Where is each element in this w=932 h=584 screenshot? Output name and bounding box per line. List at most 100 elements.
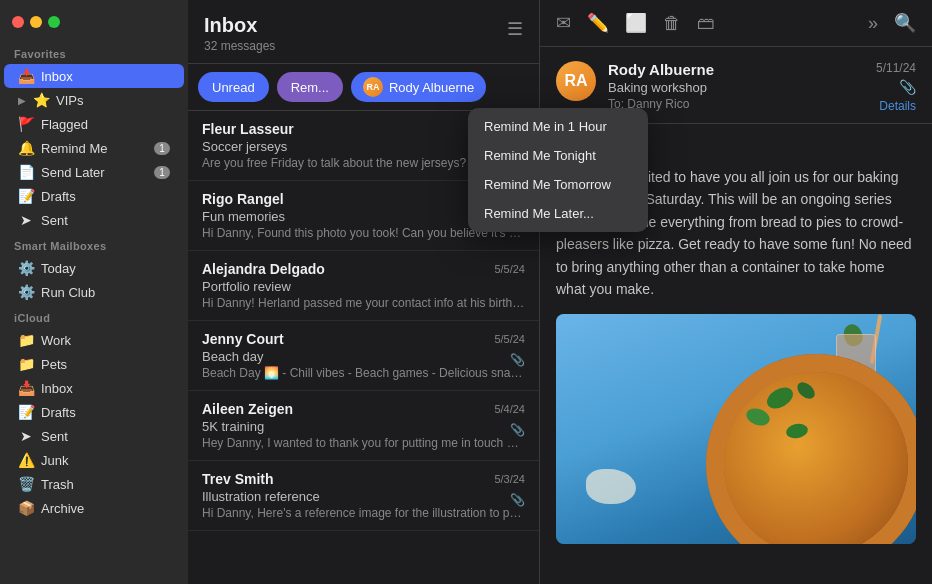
- inbox-icon: 📥: [18, 68, 34, 84]
- sidebar-item-label: Trash: [41, 477, 74, 492]
- sidebar-item-sent[interactable]: ➤ Sent: [4, 208, 184, 232]
- flag-icon: 🚩: [18, 116, 34, 132]
- close-button[interactable]: [12, 16, 24, 28]
- message-subject: Beach day: [202, 349, 525, 364]
- sender-filter-label: Rody Albuerne: [389, 80, 474, 95]
- sidebar-item-label: Send Later: [41, 165, 105, 180]
- trash-toolbar-icon[interactable]: 🗑: [663, 13, 681, 34]
- work-folder-icon: 📁: [18, 332, 34, 348]
- sidebar-item-inbox[interactable]: 📥 Inbox: [4, 64, 184, 88]
- filter-sender-button[interactable]: RA Rody Albuerne: [351, 72, 486, 102]
- email-image: [556, 314, 916, 544]
- details-link[interactable]: Details: [876, 99, 916, 113]
- avatar: RA: [556, 61, 596, 101]
- sidebar-item-run-club[interactable]: ⚙️ Run Club: [4, 280, 184, 304]
- icloud-drafts-icon: 📝: [18, 404, 34, 420]
- sidebar-item-trash[interactable]: 🗑️ Trash: [4, 472, 184, 496]
- sidebar-item-junk[interactable]: ⚠️ Junk: [4, 448, 184, 472]
- message-row[interactable]: Trev Smith 5/3/24 Illustration reference…: [188, 461, 539, 531]
- message-preview: Hi Danny! Herland passed me your contact…: [202, 296, 525, 310]
- sidebar-item-pets[interactable]: 📁 Pets: [4, 352, 184, 376]
- sidebar-item-label: VIPs: [56, 93, 83, 108]
- context-menu: Remind Me in 1 Hour Remind Me Tonight Re…: [468, 108, 648, 232]
- message-row[interactable]: Jenny Court 5/5/24 Beach day Beach Day 🌅…: [188, 321, 539, 391]
- detail-attachment-icon: 📎: [876, 79, 916, 95]
- icloud-label: iCloud: [0, 304, 188, 328]
- message-sender: Trev Smith: [202, 471, 274, 487]
- favorites-label: Favorites: [0, 40, 188, 64]
- sidebar-item-remind-me[interactable]: 🔔 Remind Me 1: [4, 136, 184, 160]
- message-date: 5/5/24: [494, 263, 525, 275]
- remind-tonight-option[interactable]: Remind Me Tonight: [468, 141, 648, 170]
- message-count: 32 messages: [204, 39, 275, 53]
- filter-icon[interactable]: ☰: [507, 18, 523, 40]
- remind-tomorrow-option[interactable]: Remind Me Tomorrow: [468, 170, 648, 199]
- trash-icon: 🗑️: [18, 476, 34, 492]
- message-sender: Rigo Rangel: [202, 191, 284, 207]
- pets-folder-icon: 📁: [18, 356, 34, 372]
- sidebar-item-flagged[interactable]: 🚩 Flagged: [4, 112, 184, 136]
- sidebar-item-drafts[interactable]: 📝 Drafts: [4, 184, 184, 208]
- message-sender: Alejandra Delgado: [202, 261, 325, 277]
- sidebar-item-archive[interactable]: 📦 Archive: [4, 496, 184, 520]
- detail-sender-name: Rody Albuerne: [608, 61, 864, 78]
- message-preview: Hi Danny, Here's a reference image for t…: [202, 506, 525, 520]
- minimize-button[interactable]: [30, 16, 42, 28]
- message-preview: Beach Day 🌅 - Chill vibes - Beach games …: [202, 366, 525, 380]
- filter-unread-button[interactable]: Unread: [198, 72, 269, 102]
- today-icon: ⚙️: [18, 260, 34, 276]
- sidebar-item-send-later[interactable]: 📄 Send Later 1: [4, 160, 184, 184]
- filter-reminders-button[interactable]: Rem...: [277, 72, 343, 102]
- sender-avatar-small: RA: [363, 77, 383, 97]
- remind-1h-option[interactable]: Remind Me in 1 Hour: [468, 112, 648, 141]
- vips-icon: ⭐: [33, 92, 49, 108]
- message-date: 5/3/24: [494, 473, 525, 485]
- maximize-button[interactable]: [48, 16, 60, 28]
- sidebar-item-label: Junk: [41, 453, 68, 468]
- sidebar-item-label: Flagged: [41, 117, 88, 132]
- attachment-icon: 📎: [510, 493, 525, 507]
- attachment-icon: 📎: [510, 423, 525, 437]
- sidebar-item-label: Inbox: [41, 69, 73, 84]
- attachment-icon: 📎: [510, 353, 525, 367]
- sidebar-item-today[interactable]: ⚙️ Today: [4, 256, 184, 280]
- detail-panel: ✉ ✏️ ⬜ 🗑 🗃 » 🔍 RA Rody Albuerne Baking w…: [540, 0, 932, 584]
- filter-bar: Unread Rem... RA Rody Albuerne: [188, 64, 539, 111]
- message-date: 5/4/24: [494, 403, 525, 415]
- remind-me-badge: 1: [154, 142, 170, 155]
- message-subject: Illustration reference: [202, 489, 525, 504]
- sidebar-item-icloud-inbox[interactable]: 📥 Inbox: [4, 376, 184, 400]
- archive-icon: 📦: [18, 500, 34, 516]
- sidebar-item-work[interactable]: 📁 Work: [4, 328, 184, 352]
- sidebar-item-label: Inbox: [41, 381, 73, 396]
- message-sender: Fleur Lasseur: [202, 121, 294, 137]
- sidebar-item-label: Work: [41, 333, 71, 348]
- message-row[interactable]: Aileen Zeigen 5/4/24 5K training Hey Dan…: [188, 391, 539, 461]
- sent-icon: ➤: [18, 212, 34, 228]
- inbox-title: Inbox: [204, 14, 275, 37]
- sidebar-item-icloud-sent[interactable]: ➤ Sent: [4, 424, 184, 448]
- reply-icon[interactable]: ✉: [556, 12, 571, 34]
- search-icon[interactable]: 🔍: [894, 12, 916, 34]
- message-sender: Jenny Court: [202, 331, 284, 347]
- message-subject: 5K training: [202, 419, 525, 434]
- sidebar-item-vips[interactable]: ▶ ⭐ VIPs: [4, 88, 184, 112]
- detail-subject: Baking workshop: [608, 80, 864, 95]
- run-club-icon: ⚙️: [18, 284, 34, 300]
- bell-icon: 🔔: [18, 140, 34, 156]
- junk-toolbar-icon[interactable]: 🗃: [697, 13, 715, 34]
- message-subject: Portfolio review: [202, 279, 525, 294]
- remind-later-option[interactable]: Remind Me Later...: [468, 199, 648, 228]
- drafts-icon: 📝: [18, 188, 34, 204]
- compose-icon[interactable]: ✏️: [587, 12, 609, 34]
- sidebar-item-label: Remind Me: [41, 141, 107, 156]
- message-date: 5/5/24: [494, 333, 525, 345]
- more-icon[interactable]: »: [868, 13, 878, 34]
- archive-toolbar-icon[interactable]: ⬜: [625, 12, 647, 34]
- icloud-sent-icon: ➤: [18, 428, 34, 444]
- sidebar-item-icloud-drafts[interactable]: 📝 Drafts: [4, 400, 184, 424]
- sidebar-item-label: Drafts: [41, 405, 76, 420]
- smart-mailboxes-label: Smart Mailboxes: [0, 232, 188, 256]
- message-row[interactable]: Alejandra Delgado 5/5/24 Portfolio revie…: [188, 251, 539, 321]
- send-later-badge: 1: [154, 166, 170, 179]
